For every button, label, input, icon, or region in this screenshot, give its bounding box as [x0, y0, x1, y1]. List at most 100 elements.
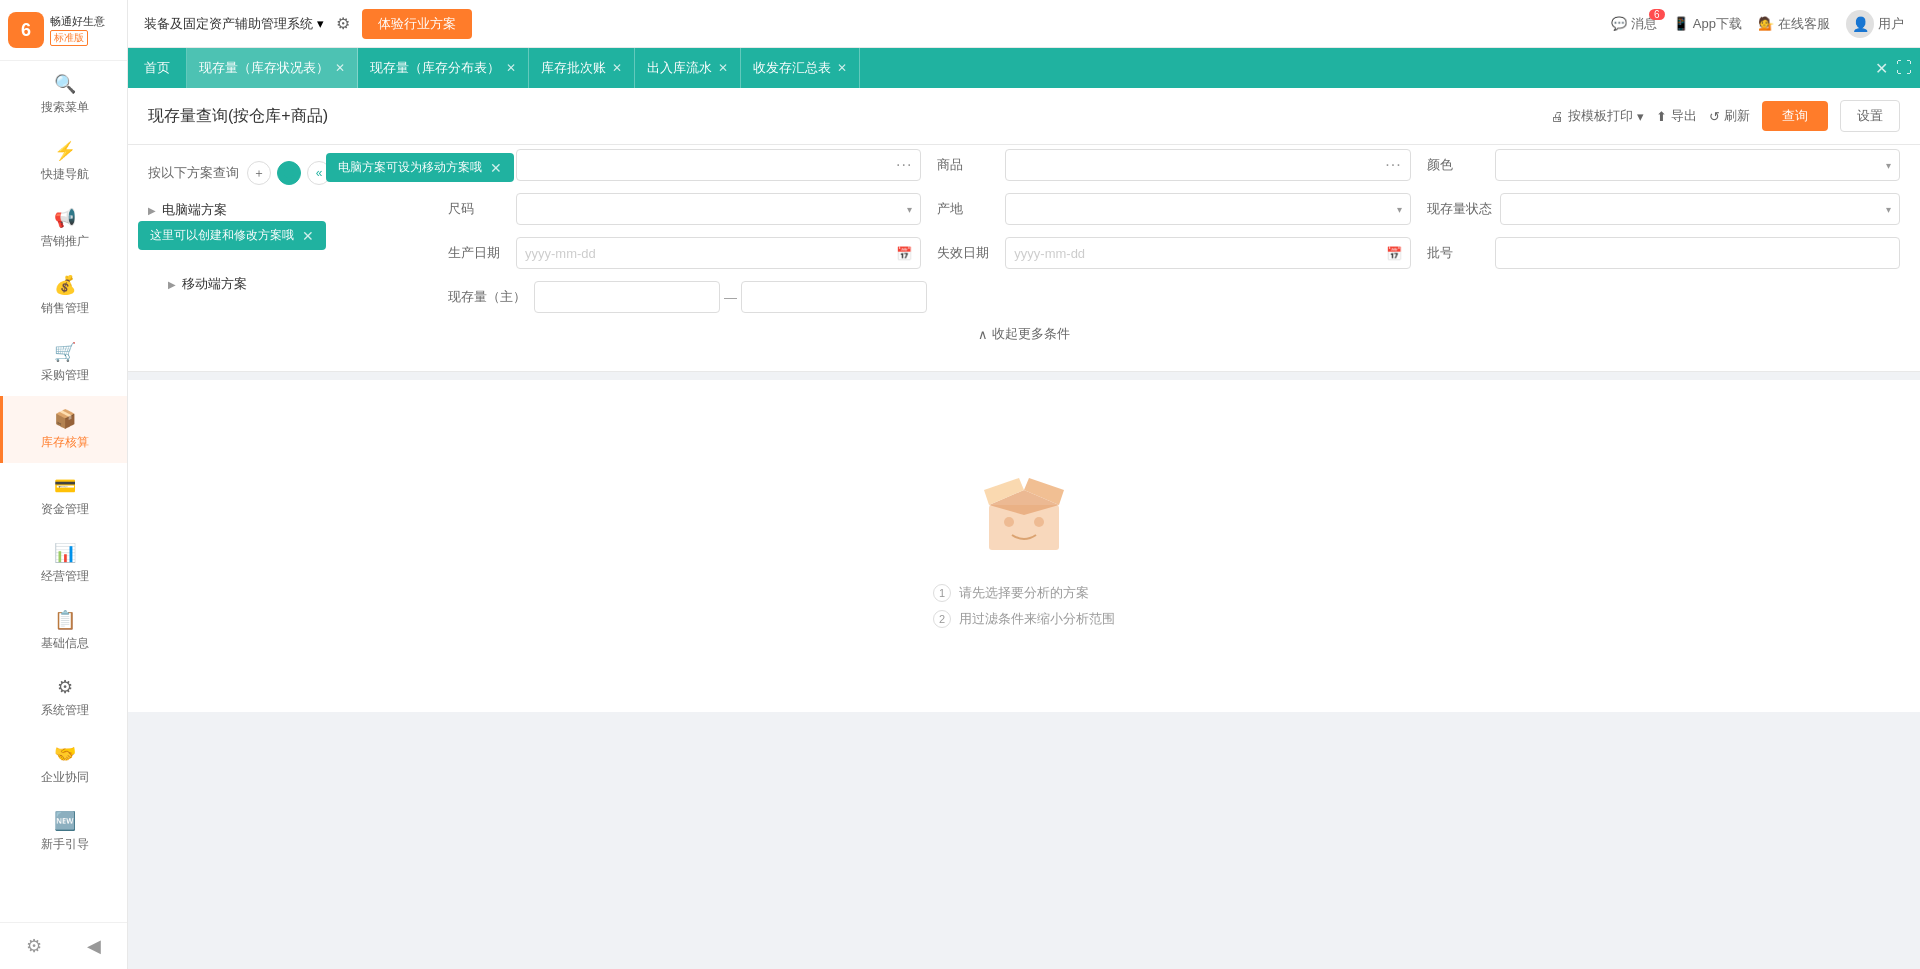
- warehouse-input[interactable]: ···: [516, 149, 921, 181]
- app-download-label: App下载: [1693, 15, 1742, 33]
- logo-icon: 6: [8, 12, 44, 48]
- base-icon: 📋: [54, 609, 76, 631]
- marketing-icon: 📢: [54, 207, 76, 229]
- step-num-1: 1: [933, 584, 951, 602]
- logo-text-area: 畅通好生意 标准版: [50, 14, 105, 46]
- tab-home[interactable]: 首页: [128, 48, 187, 88]
- sidebar-item-search[interactable]: 🔍 搜索菜单: [0, 61, 127, 128]
- content-area: 现存量查询(按仓库+商品) 🖨 按模板打印 ▾ ⬆ 导出 ↺ 刷新 查询 设置: [128, 88, 1920, 969]
- refresh-label: 刷新: [1724, 107, 1750, 125]
- tab-close-inout-flow[interactable]: ✕: [718, 61, 728, 75]
- refresh-action[interactable]: ↺ 刷新: [1709, 107, 1750, 125]
- tab-home-label: 首页: [144, 59, 170, 77]
- tab-close-inventory-status[interactable]: ✕: [335, 61, 345, 75]
- add-scheme-btn[interactable]: ＋: [247, 161, 271, 185]
- tab-close-all-icon[interactable]: ✕: [1875, 59, 1888, 78]
- tab-inout-flow[interactable]: 出入库流水 ✕: [635, 48, 741, 88]
- message-icon: 💬: [1611, 16, 1627, 31]
- scheme-node-pc[interactable]: ▶ 电脑端方案: [148, 197, 1900, 223]
- sidebar-item-purchase[interactable]: 🛒 采购管理: [0, 329, 127, 396]
- app-header: 装备及固定资产辅助管理系统 ▾ ⚙ 体验行业方案 💬 6 消息 📱 App下载 …: [128, 0, 1920, 48]
- user-area[interactable]: 👤 用户: [1846, 10, 1904, 38]
- guide-icon: 🆕: [54, 810, 76, 832]
- sidebar-item-base[interactable]: 📋 基础信息: [0, 597, 127, 664]
- filter-section: 按以下方案查询 ＋ « 电脑方案可设为移动方案哦 ✕: [128, 145, 1920, 372]
- filter-row-1: 仓库 ··· 商品 ··· 颜色: [448, 149, 1900, 181]
- collapse-sidebar-icon[interactable]: ◀: [87, 935, 101, 957]
- export-icon: ⬆: [1656, 109, 1667, 124]
- logo-area: 6 畅通好生意 标准版: [0, 0, 127, 61]
- empty-step-1-text: 请先选择要分析的方案: [959, 580, 1089, 606]
- tab-close-recv-summary[interactable]: ✕: [837, 61, 847, 75]
- search-icon: 🔍: [54, 73, 76, 95]
- tooltip-add-text: 电脑方案可设为移动方案哦: [338, 159, 482, 176]
- export-action[interactable]: ⬆ 导出: [1656, 107, 1697, 125]
- scheme-node-mobile[interactable]: ▶ 移动端方案: [168, 271, 1900, 297]
- header-left: 装备及固定资产辅助管理系统 ▾ ⚙ 体验行业方案: [144, 9, 472, 39]
- tab-inventory-dist-label: 现存量（库存分布表）: [370, 59, 500, 77]
- empty-step-2-text: 用过滤条件来缩小分析范围: [959, 606, 1115, 632]
- refresh-icon: ↺: [1709, 109, 1720, 124]
- sidebar-label-collab: 企业协同: [41, 769, 89, 786]
- export-label: 导出: [1671, 107, 1697, 125]
- notification-area[interactable]: 💬 6 消息: [1611, 15, 1657, 33]
- main-area: 装备及固定资产辅助管理系统 ▾ ⚙ 体验行业方案 💬 6 消息 📱 App下载 …: [128, 0, 1920, 969]
- product-field: 商品 ···: [937, 149, 1410, 181]
- sidebar-item-marketing[interactable]: 📢 营销推广: [0, 195, 127, 262]
- tab-recv-summary[interactable]: 收发存汇总表 ✕: [741, 48, 860, 88]
- system-icon: ⚙: [57, 676, 73, 698]
- empty-state: 1 请先选择要分析的方案 2 用过滤条件来缩小分析范围: [128, 380, 1920, 712]
- sidebar-item-quick[interactable]: ⚡ 快捷导航: [0, 128, 127, 195]
- sidebar-item-operations[interactable]: 📊 经营管理: [0, 530, 127, 597]
- user-label: 用户: [1878, 15, 1904, 33]
- sidebar-bottom: ⚙ ◀: [0, 922, 127, 969]
- print-arrow: ▾: [1637, 109, 1644, 124]
- tab-batch-account[interactable]: 库存批次账 ✕: [529, 48, 635, 88]
- settings-bottom-icon[interactable]: ⚙: [26, 935, 42, 957]
- tab-inventory-status[interactable]: 现存量（库存状况表） ✕: [187, 48, 358, 88]
- tab-inout-flow-label: 出入库流水: [647, 59, 712, 77]
- sidebar-menu: 🔍 搜索菜单 ⚡ 快捷导航 📢 营销推广 💰 销售管理 🛒 采购管理 📦 库存核…: [0, 61, 127, 922]
- collapse-more-btn[interactable]: ∧ 收起更多条件: [148, 313, 1900, 355]
- reset-button[interactable]: 设置: [1840, 100, 1900, 132]
- page-header: 现存量查询(按仓库+商品) 🖨 按模板打印 ▾ ⬆ 导出 ↺ 刷新 查询 设置: [128, 88, 1920, 145]
- filter-label: 按以下方案查询: [148, 164, 239, 182]
- settings-icon[interactable]: ⚙: [336, 14, 350, 33]
- tooltip-create-close[interactable]: ✕: [302, 228, 314, 244]
- sidebar-item-sales[interactable]: 💰 销售管理: [0, 262, 127, 329]
- sidebar-item-guide[interactable]: 🆕 新手引导: [0, 798, 127, 865]
- color-field: 颜色 ▾: [1427, 149, 1900, 181]
- color-label: 颜色: [1427, 156, 1487, 174]
- page-title: 现存量查询(按仓库+商品): [148, 106, 328, 127]
- notification-badge: 6: [1649, 9, 1665, 20]
- warehouse-dots: ···: [896, 156, 912, 174]
- query-button[interactable]: 查询: [1762, 101, 1828, 131]
- sidebar-label-search: 搜索菜单: [41, 99, 89, 116]
- print-icon: 🖨: [1551, 109, 1564, 124]
- print-action[interactable]: 🖨 按模板打印 ▾: [1551, 107, 1644, 125]
- active-dot-btn[interactable]: [277, 161, 301, 185]
- sidebar-item-inventory[interactable]: 📦 库存核算: [0, 396, 127, 463]
- sidebar-item-collab[interactable]: 🤝 企业协同: [0, 731, 127, 798]
- sidebar-item-system[interactable]: ⚙ 系统管理: [0, 664, 127, 731]
- warehouse-field: 仓库 ···: [448, 149, 921, 181]
- pc-scheme-label: 电脑端方案: [162, 201, 227, 219]
- trial-button[interactable]: 体验行业方案: [362, 9, 472, 39]
- tooltip-add-close[interactable]: ✕: [490, 160, 502, 176]
- product-input[interactable]: ···: [1005, 149, 1410, 181]
- tooltip-add-scheme: 电脑方案可设为移动方案哦 ✕: [326, 153, 514, 182]
- tab-close-inventory-dist[interactable]: ✕: [506, 61, 516, 75]
- sidebar: 6 畅通好生意 标准版 🔍 搜索菜单 ⚡ 快捷导航 📢 营销推广 💰 销售管理 …: [0, 0, 128, 969]
- online-service-area[interactable]: 💁 在线客服: [1758, 15, 1830, 33]
- app-download-area[interactable]: 📱 App下载: [1673, 15, 1742, 33]
- sidebar-item-finance[interactable]: 💳 资金管理: [0, 463, 127, 530]
- sidebar-label-inventory: 库存核算: [41, 434, 89, 451]
- tab-fullscreen-icon[interactable]: ⛶: [1896, 59, 1912, 77]
- svg-point-5: [1034, 517, 1044, 527]
- tab-close-batch-account[interactable]: ✕: [612, 61, 622, 75]
- print-label: 按模板打印: [1568, 107, 1633, 125]
- tab-inventory-dist[interactable]: 现存量（库存分布表） ✕: [358, 48, 529, 88]
- system-name: 装备及固定资产辅助管理系统: [144, 15, 313, 33]
- color-input[interactable]: ▾: [1495, 149, 1900, 181]
- system-name-dropdown[interactable]: 装备及固定资产辅助管理系统 ▾: [144, 15, 324, 33]
